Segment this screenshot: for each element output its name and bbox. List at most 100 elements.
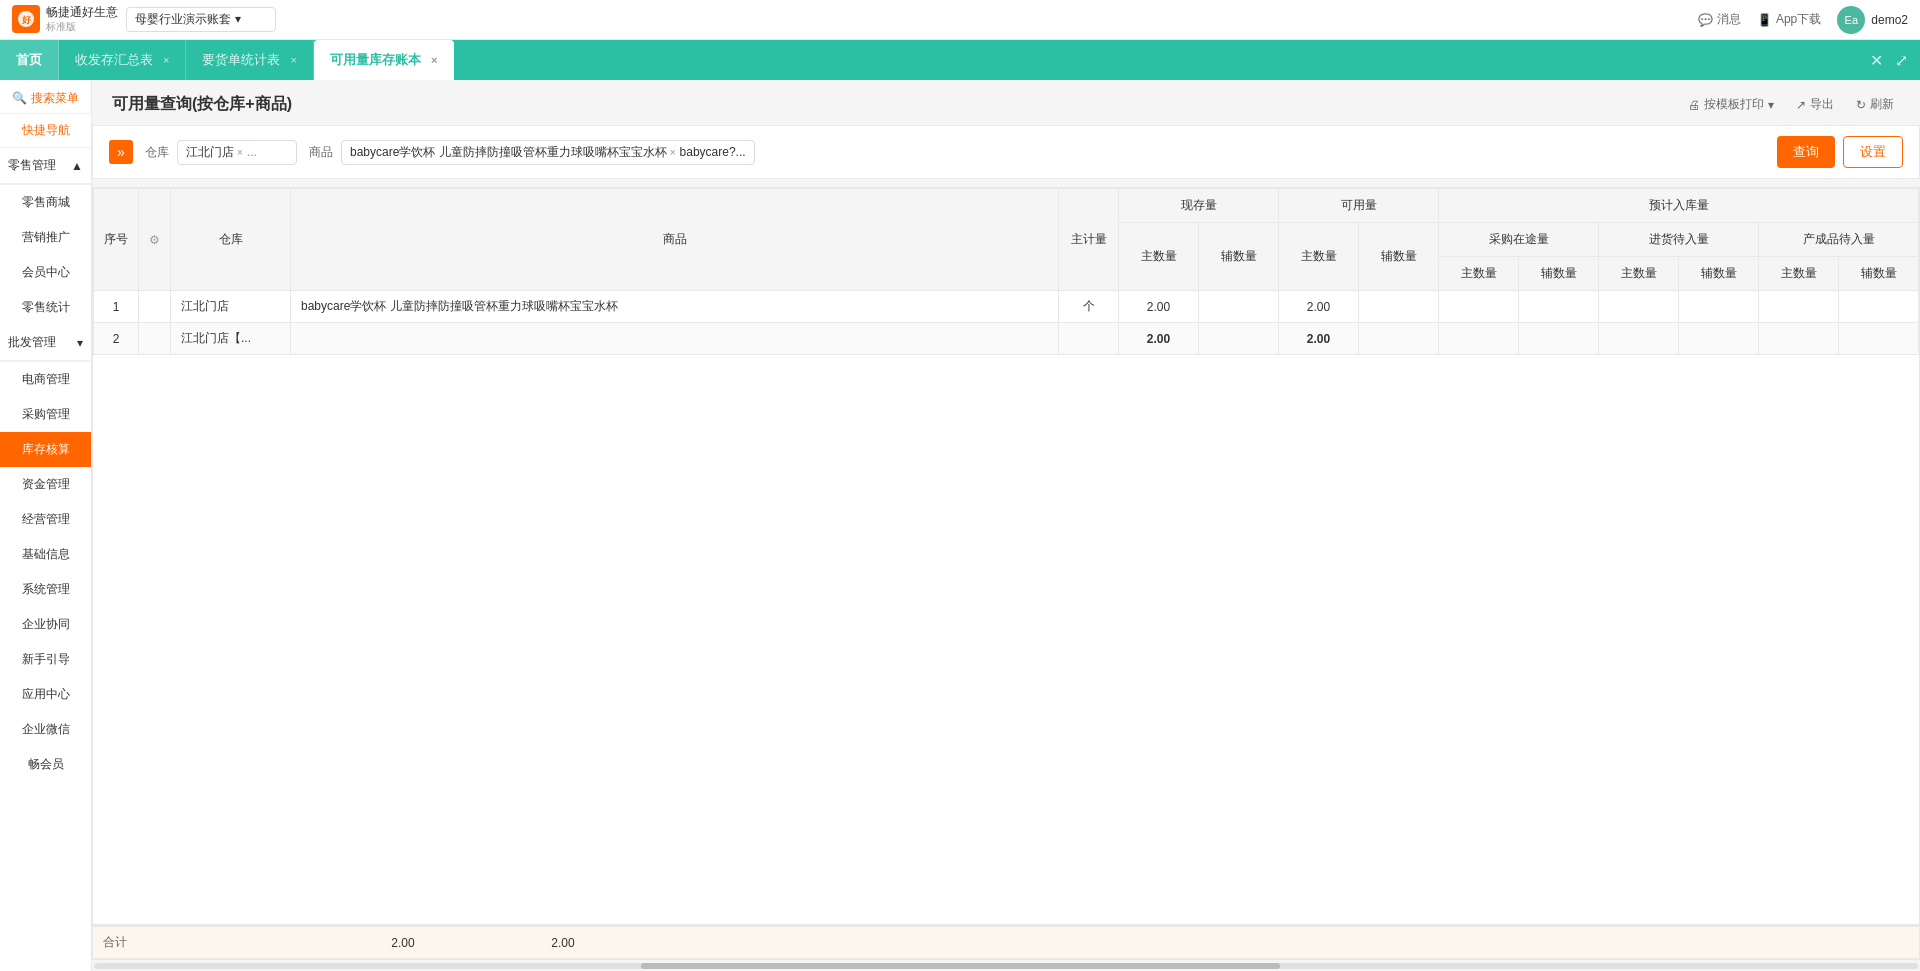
sidebar-section-retail-mgmt: 零售管理 ▲ [0,148,91,185]
page-header: 可用量查询(按仓库+商品) 🖨 按模板打印 ▾ ↗ 导出 ↻ 刷新 [92,80,1920,125]
sidebar-item-retail-mall[interactable]: 零售商城 [0,185,91,220]
refresh-btn[interactable]: ↻ 刷新 [1850,92,1900,117]
close-receipts-icon[interactable]: × [163,54,169,66]
data-table: 序号 ⚙ 仓库 商品 主计量 [93,188,1919,355]
sidebar-search[interactable]: 🔍 搜索菜单 [0,80,91,114]
th-current-stock-label: 现存量 [1181,198,1217,212]
logo-area: 好 畅捷通好生意 标准版 [12,5,118,33]
sidebar-item-app-center[interactable]: 应用中心 [0,677,91,712]
th-settings[interactable]: ⚙ [139,189,171,291]
table-row: 1 江北门店 babycare学饮杯 儿童防摔防撞吸管杯重力球吸嘴杯宝宝水杯 个… [94,291,1919,323]
cell-avail-aux-1 [1359,291,1439,323]
template-print-btn[interactable]: 🖨 按模板打印 ▾ [1682,92,1780,117]
cell-prod-main-1 [1759,291,1839,323]
sidebar-nav-link[interactable]: 快捷导航 [0,114,91,148]
footer-cur-main: 2.00 [363,936,443,950]
tab-order-stats[interactable]: 要货单统计表 × [186,40,313,80]
member-label: 会员中心 [22,264,70,281]
sidebar-item-ecommerce[interactable]: 电商管理 [0,362,91,397]
sidebar-item-guide[interactable]: 新手引导 [0,642,91,677]
product-tag-1-close[interactable]: × [670,147,676,158]
warehouse-filter-tags[interactable]: 江北门店 × ... [177,140,297,165]
warehouse-tag-close[interactable]: × [237,147,243,158]
footer-pur-main [683,936,763,950]
th-current-stock: 现存量 [1119,189,1279,223]
enterprise-label: 企业协同 [22,616,70,633]
user-name: demo2 [1871,13,1908,27]
logo-sub: 标准版 [46,20,118,34]
cell-avail-main-1: 2.00 [1279,291,1359,323]
warehouse-tag: 江北门店 × [186,144,243,161]
expand-icon: » [117,144,125,160]
query-btn[interactable]: 查询 [1777,136,1835,168]
th-production-main-label: 主数量 [1781,266,1817,280]
sidebar-item-system[interactable]: 系统管理 [0,572,91,607]
tab-receipts-label: 收发存汇总表 [75,51,153,69]
sidebar-item-operations[interactable]: 经营管理 [0,502,91,537]
warehouse-tag-value: 江北门店 [186,144,234,161]
maximize-icon[interactable]: ⤢ [1891,47,1912,74]
sidebar-item-inventory[interactable]: 库存核算 [0,432,91,467]
cell-inc-main-2 [1599,323,1679,355]
cell-product-2 [291,323,1059,355]
cell-pur-main-2 [1439,323,1519,355]
message-btn[interactable]: 💬 消息 [1698,11,1741,28]
settings-col-icon[interactable]: ⚙ [149,233,160,247]
th-product-label: 商品 [663,232,687,246]
industry-selector[interactable]: 母婴行业演示账套 ▾ [126,7,276,32]
cell-settings-1[interactable] [139,291,171,323]
horizontal-scrollbar[interactable] [92,959,1920,971]
retail-mgmt-label: 零售管理 [8,157,56,174]
cell-pur-aux-2 [1519,323,1599,355]
export-btn[interactable]: ↗ 导出 [1790,92,1840,117]
sidebar-item-enterprise[interactable]: 企业协同 [0,607,91,642]
sidebar-item-marketing[interactable]: 营销推广 [0,220,91,255]
sidebar-item-wholesale[interactable]: 批发管理 ▾ [0,325,91,361]
sidebar-item-finance[interactable]: 资金管理 [0,467,91,502]
footer-avail-aux [603,936,683,950]
tab-available-stock[interactable]: 可用量库存账本 × [314,40,454,80]
cell-inc-aux-1 [1679,291,1759,323]
footer-cur-aux [443,936,523,950]
close-order-stats-icon[interactable]: × [290,54,296,66]
data-table-container: 序号 ⚙ 仓库 商品 主计量 [92,187,1920,925]
footer-pur-aux [763,936,843,950]
close-available-stock-icon[interactable]: × [431,54,437,66]
tab-home[interactable]: 首页 [0,40,59,80]
filter-action-btns: 查询 设置 [1777,136,1903,168]
sidebar-item-basic-info[interactable]: 基础信息 [0,537,91,572]
chevron-down-icon-print: ▾ [1768,98,1774,112]
warehouse-more-btn[interactable]: ... [247,145,257,159]
cell-product-1: babycare学饮杯 儿童防摔防撞吸管杯重力球吸嘴杯宝宝水杯 [291,291,1059,323]
warehouse-filter-label: 仓库 [145,144,169,161]
user-area[interactable]: Ea demo2 [1837,6,1908,34]
sidebar-item-purchase[interactable]: 采购管理 [0,397,91,432]
close-all-tabs-icon[interactable]: ✕ [1866,47,1887,74]
app-download-label: App下载 [1776,11,1821,28]
scroll-thumb[interactable] [641,963,1279,969]
th-purchase-in-label: 采购在途量 [1489,232,1549,246]
expand-filter-btn[interactable]: » [109,140,133,164]
footer-label: 合计 [103,934,363,951]
sidebar-item-wechat[interactable]: 企业微信 [0,712,91,747]
product-filter-tags[interactable]: babycare学饮杯 儿童防摔防撞吸管杯重力球吸嘴杯宝宝水杯 × babyca… [341,140,755,165]
sidebar-item-member[interactable]: 会员中心 [0,255,91,290]
settings-btn[interactable]: 设置 [1843,136,1903,168]
tab-spacer [454,40,1858,80]
refresh-icon: ↻ [1856,98,1866,112]
cell-unit-2 [1059,323,1119,355]
tab-receipts[interactable]: 收发存汇总表 × [59,40,186,80]
th-no-label: 序号 [104,232,128,246]
th-current-main: 主数量 [1119,223,1199,291]
sidebar-item-vip[interactable]: 畅会员 [0,747,91,782]
sidebar-item-retail-mgmt[interactable]: 零售管理 ▲ [0,148,91,184]
vip-label: 畅会员 [28,756,64,773]
app-icon: 📱 [1757,13,1772,27]
sidebar-item-retail-stats[interactable]: 零售统计 [0,290,91,325]
app-download-btn[interactable]: 📱 App下载 [1757,11,1821,28]
wholesale-label: 批发管理 [8,334,56,351]
refresh-label: 刷新 [1870,96,1894,113]
footer-cells: 2.00 2.00 [363,936,1909,950]
cell-settings-2[interactable] [139,323,171,355]
avatar: Ea [1837,6,1865,34]
